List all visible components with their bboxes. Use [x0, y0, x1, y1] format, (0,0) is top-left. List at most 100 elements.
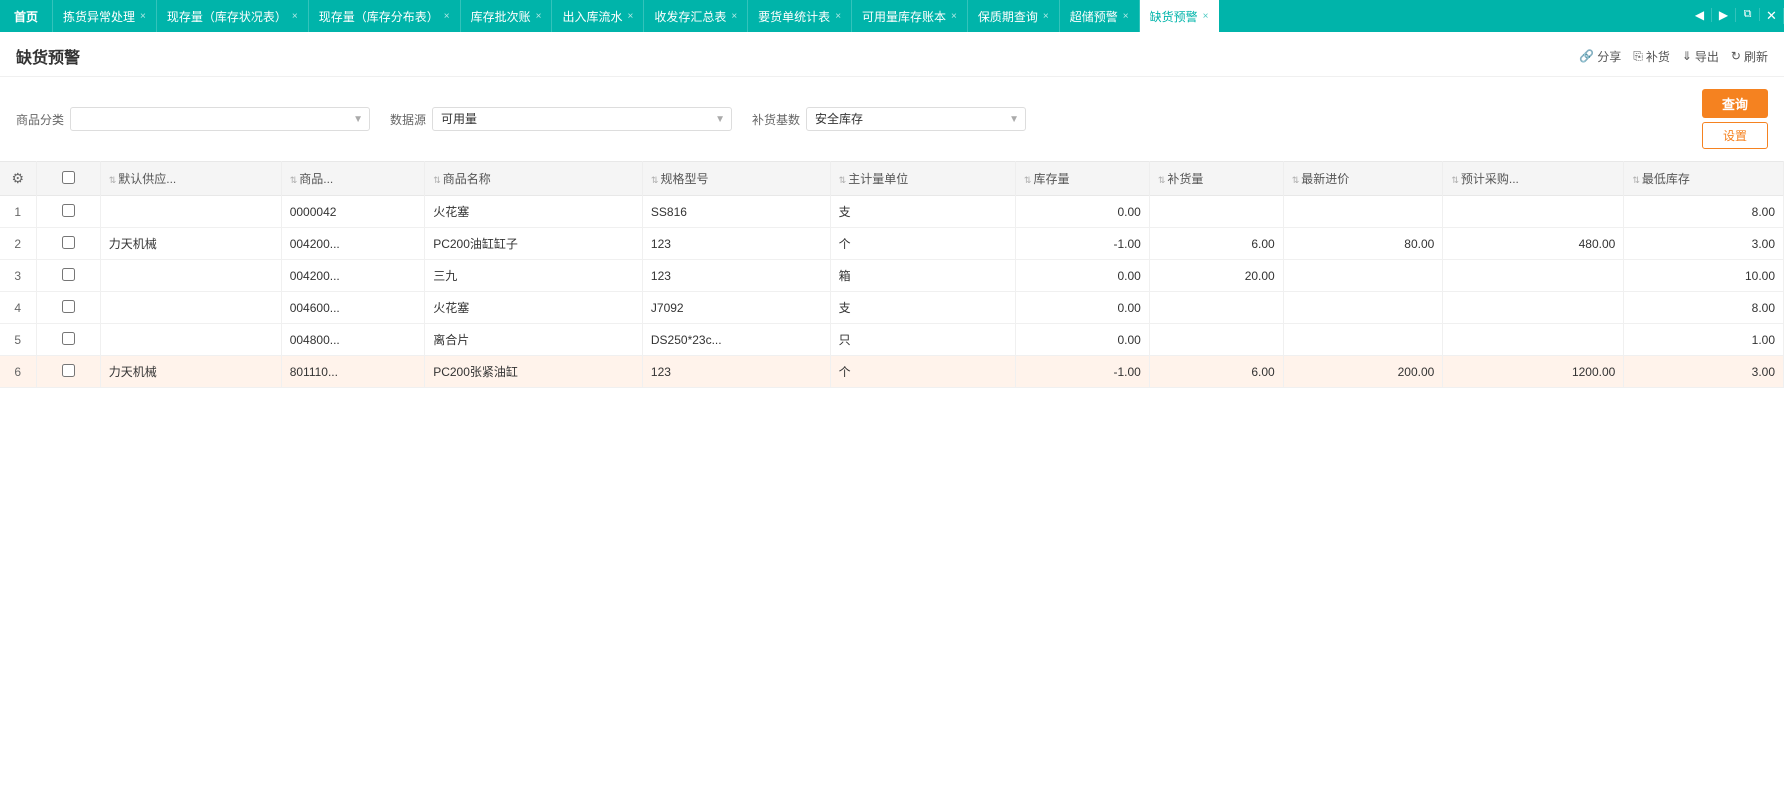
tab-batch-account[interactable]: 库存批次账×	[461, 0, 553, 32]
tab-exception[interactable]: 拣货异常处理×	[53, 0, 157, 32]
tab-prev-button[interactable]: ◀	[1688, 8, 1712, 22]
tab-available-ledger[interactable]: 可用量库存账本×	[852, 0, 968, 32]
sort-icon-est_purchase: ⇅	[1451, 175, 1459, 185]
cell-unit: 支	[830, 292, 1015, 324]
cell-latest_price	[1283, 292, 1443, 324]
export-action[interactable]: ⇓ 导出	[1682, 48, 1719, 65]
refresh-action[interactable]: ↻ 刷新	[1731, 48, 1768, 65]
th-stock[interactable]: ⇅库存量	[1015, 162, 1149, 196]
tab-expiry[interactable]: 保质期查询×	[968, 0, 1060, 32]
replenish-base-filter-group: 补货基数 安全库存 ▼	[752, 107, 1026, 131]
th-check	[36, 162, 100, 196]
tab-restore-button[interactable]: ⧉	[1736, 8, 1760, 21]
tab-close-order-stats[interactable]: ×	[835, 11, 841, 22]
cell-replenish: 6.00	[1149, 228, 1283, 260]
row-checkbox[interactable]	[62, 364, 75, 377]
cell-spec: 123	[642, 260, 830, 292]
row-checkbox-cell[interactable]	[36, 324, 100, 356]
row-checkbox[interactable]	[62, 204, 75, 217]
tab-close-expiry[interactable]: ×	[1043, 11, 1049, 22]
cell-unit: 支	[830, 196, 1015, 228]
category-select-wrap: ▼	[70, 107, 370, 131]
tab-close-exception[interactable]: ×	[140, 11, 146, 22]
tab-next-button[interactable]: ▶	[1712, 8, 1736, 22]
table-row[interactable]: 5004800...离合片DS250*23c...只0.001.00	[0, 324, 1784, 356]
cell-spec: J7092	[642, 292, 830, 324]
tab-inventory-dist[interactable]: 现存量（库存分布表）×	[309, 0, 461, 32]
row-checkbox-cell[interactable]	[36, 196, 100, 228]
row-checkbox-cell[interactable]	[36, 292, 100, 324]
tab-close-shortage[interactable]: ×	[1203, 11, 1209, 22]
table-row[interactable]: 6力天机械801110...PC200张紧油缸123个-1.006.00200.…	[0, 356, 1784, 388]
th-code[interactable]: ⇅商品...	[281, 162, 425, 196]
cell-min_stock: 8.00	[1624, 196, 1784, 228]
query-button[interactable]: 查询	[1702, 89, 1768, 118]
table-row[interactable]: 4004600...火花塞J7092支0.008.00	[0, 292, 1784, 324]
share-action[interactable]: 🔗 分享	[1579, 48, 1621, 65]
row-num: 5	[0, 324, 36, 356]
tab-overstock[interactable]: 超储预警×	[1060, 0, 1140, 32]
tab-close-collect-summary[interactable]: ×	[731, 11, 737, 22]
tab-close-batch-account[interactable]: ×	[536, 11, 542, 22]
tab-home[interactable]: 首页	[0, 0, 53, 32]
th-replenish[interactable]: ⇅补货量	[1149, 162, 1283, 196]
tab-close-inout-flow[interactable]: ×	[627, 11, 633, 22]
th-supplier[interactable]: ⇅默认供应...	[100, 162, 281, 196]
th-unit[interactable]: ⇅主计量单位	[830, 162, 1015, 196]
th-est_purchase[interactable]: ⇅预计采购...	[1443, 162, 1624, 196]
export-label: 导出	[1695, 48, 1719, 65]
th-name[interactable]: ⇅商品名称	[425, 162, 643, 196]
replenish-action[interactable]: ⎘ 补货	[1633, 48, 1670, 65]
tab-close-available-ledger[interactable]: ×	[951, 11, 957, 22]
tab-close-overstock[interactable]: ×	[1123, 11, 1129, 22]
replenish-base-select-wrap: 安全库存 ▼	[806, 107, 1026, 131]
table-row[interactable]: 3004200...三九123箱0.0020.0010.00	[0, 260, 1784, 292]
row-checkbox-cell[interactable]	[36, 228, 100, 260]
cell-replenish: 6.00	[1149, 356, 1283, 388]
row-checkbox[interactable]	[62, 300, 75, 313]
cell-name: PC200油缸缸子	[425, 228, 643, 260]
tab-close-button[interactable]: ✕	[1760, 8, 1784, 24]
row-checkbox[interactable]	[62, 236, 75, 249]
cell-code: 004600...	[281, 292, 425, 324]
tab-order-stats[interactable]: 要货单统计表×	[748, 0, 852, 32]
cell-unit: 只	[830, 324, 1015, 356]
th-min_stock[interactable]: ⇅最低库存	[1624, 162, 1784, 196]
tab-bar: 首页拣货异常处理×现存量（库存状况表）×现存量（库存分布表）×库存批次账×出入库…	[0, 0, 1784, 32]
sort-icon-replenish: ⇅	[1158, 175, 1166, 185]
cell-est_purchase: 1200.00	[1443, 356, 1624, 388]
share-icon: 🔗	[1579, 49, 1594, 63]
settings-button[interactable]: 设置	[1702, 122, 1768, 149]
row-checkbox[interactable]	[62, 332, 75, 345]
replenish-base-select[interactable]: 安全库存	[806, 107, 1026, 131]
gear-icon[interactable]: ⚙	[11, 170, 24, 186]
category-select[interactable]	[70, 107, 370, 131]
select-all-checkbox[interactable]	[62, 171, 75, 184]
export-icon: ⇓	[1682, 49, 1692, 63]
row-checkbox[interactable]	[62, 268, 75, 281]
table-row[interactable]: 10000042火花塞SS816支0.008.00	[0, 196, 1784, 228]
table-row[interactable]: 2力天机械004200...PC200油缸缸子123个-1.006.0080.0…	[0, 228, 1784, 260]
tab-close-inventory-status[interactable]: ×	[292, 11, 298, 22]
tab-shortage[interactable]: 缺货预警×	[1140, 0, 1220, 32]
cell-replenish: 20.00	[1149, 260, 1283, 292]
tab-collect-summary[interactable]: 收发存汇总表×	[644, 0, 748, 32]
tab-inventory-status[interactable]: 现存量（库存状况表）×	[157, 0, 309, 32]
th-spec[interactable]: ⇅规格型号	[642, 162, 830, 196]
cell-supplier	[100, 196, 281, 228]
table-header-row: ⚙⇅默认供应...⇅商品...⇅商品名称⇅规格型号⇅主计量单位⇅库存量⇅补货量⇅…	[0, 162, 1784, 196]
row-checkbox-cell[interactable]	[36, 260, 100, 292]
datasource-select[interactable]: 可用量	[432, 107, 732, 131]
sort-icon-name: ⇅	[433, 175, 441, 185]
tab-inout-flow[interactable]: 出入库流水×	[552, 0, 644, 32]
cell-unit: 箱	[830, 260, 1015, 292]
th-latest_price[interactable]: ⇅最新进价	[1283, 162, 1443, 196]
table-body: 10000042火花塞SS816支0.008.002力天机械004200...P…	[0, 196, 1784, 388]
tab-close-inventory-dist[interactable]: ×	[444, 11, 450, 22]
row-checkbox-cell[interactable]	[36, 356, 100, 388]
refresh-label: 刷新	[1744, 48, 1768, 65]
page-title: 缺货预警	[16, 44, 80, 68]
cell-code: 004200...	[281, 228, 425, 260]
cell-min_stock: 10.00	[1624, 260, 1784, 292]
cell-supplier	[100, 324, 281, 356]
